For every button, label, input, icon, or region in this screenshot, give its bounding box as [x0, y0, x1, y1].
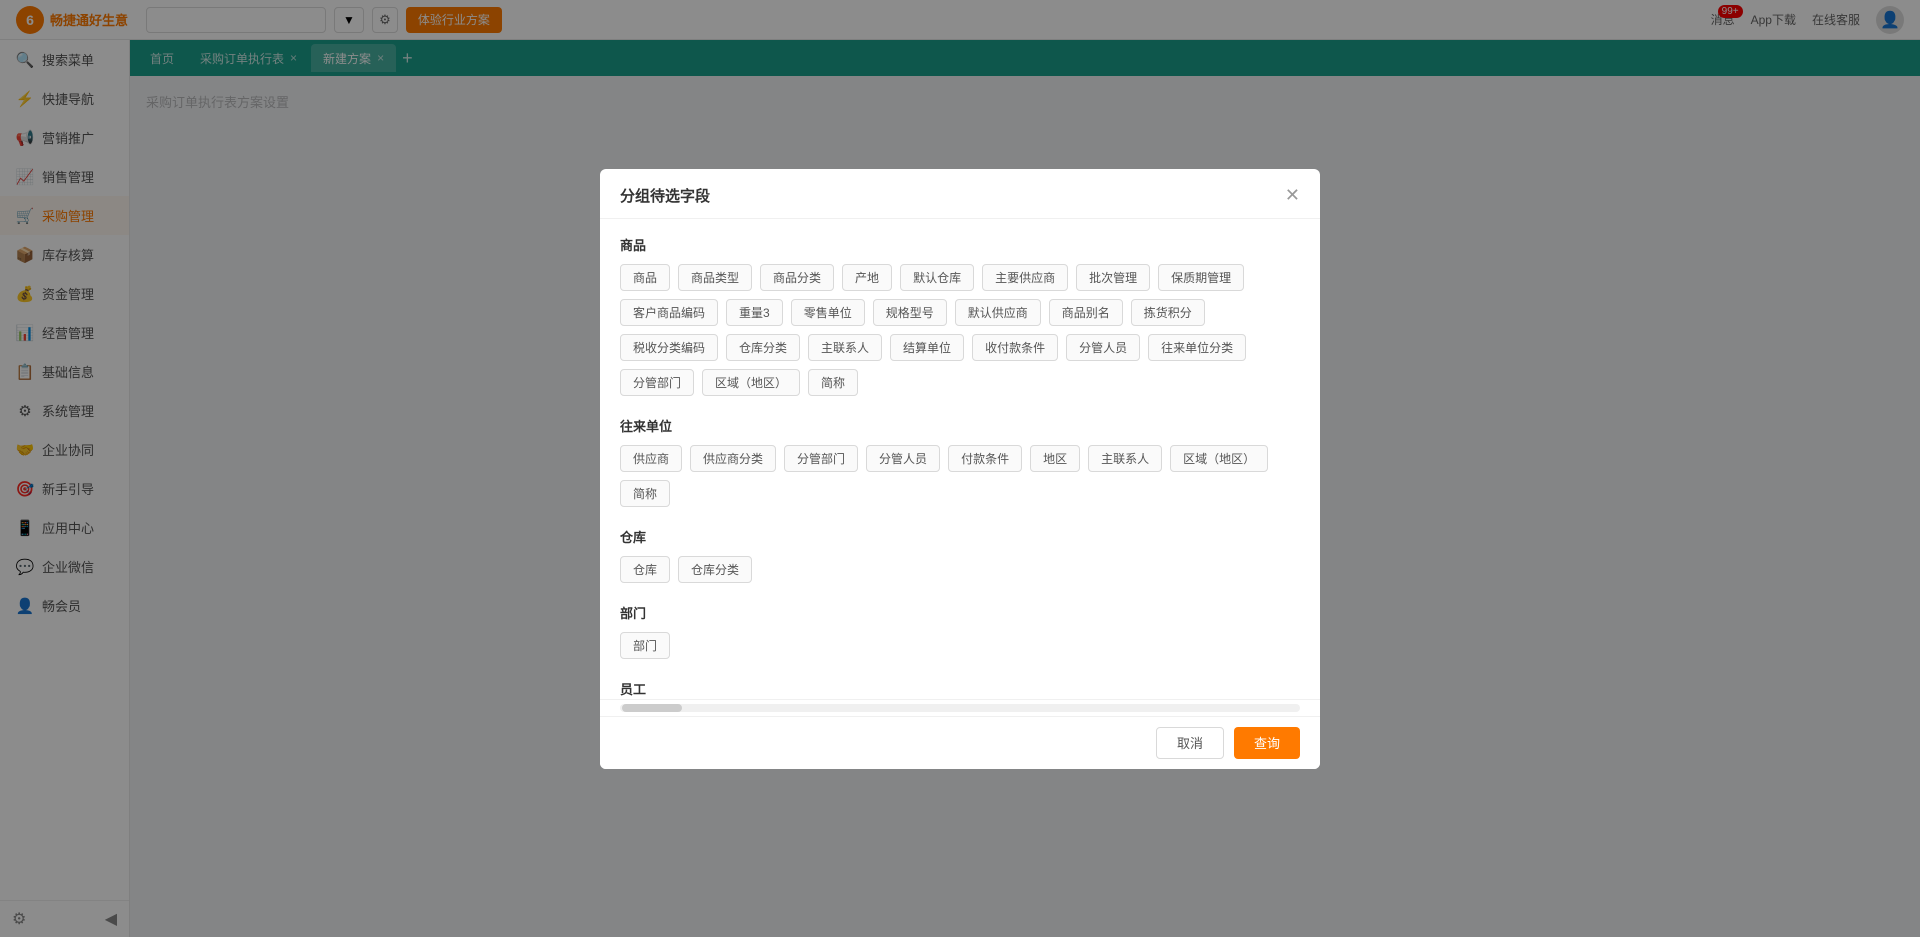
field-tag-partner-7[interactable]: 区域（地区） [1170, 445, 1268, 472]
field-tag-product-9[interactable]: 重量3 [726, 299, 783, 326]
field-tag-product-10[interactable]: 零售单位 [791, 299, 865, 326]
field-section-title-partner: 往来单位 [620, 416, 1300, 435]
field-tag-product-22[interactable]: 分管部门 [620, 369, 694, 396]
modal-close-button[interactable]: ✕ [1285, 186, 1300, 204]
field-tag-product-13[interactable]: 商品别名 [1049, 299, 1123, 326]
field-tag-partner-2[interactable]: 分管部门 [784, 445, 858, 472]
modal-footer: 取消 查询 [600, 716, 1320, 769]
field-tag-product-8[interactable]: 客户商品编码 [620, 299, 718, 326]
field-tag-product-21[interactable]: 往来单位分类 [1148, 334, 1246, 361]
field-tag-product-0[interactable]: 商品 [620, 264, 670, 291]
field-tag-product-19[interactable]: 收付款条件 [972, 334, 1058, 361]
field-tag-partner-8[interactable]: 简称 [620, 480, 670, 507]
field-tags-warehouse: 仓库仓库分类 [620, 556, 1300, 583]
field-tag-product-11[interactable]: 规格型号 [873, 299, 947, 326]
field-section-partner: 往来单位供应商供应商分类分管部门分管人员付款条件地区主联系人区域（地区） 简称 [620, 416, 1300, 507]
field-tag-department-0[interactable]: 部门 [620, 632, 670, 659]
field-tag-partner-5[interactable]: 地区 [1030, 445, 1080, 472]
field-tag-product-4[interactable]: 默认仓库 [900, 264, 974, 291]
field-tag-product-2[interactable]: 商品分类 [760, 264, 834, 291]
field-tag-product-5[interactable]: 主要供应商 [982, 264, 1068, 291]
field-tag-product-20[interactable]: 分管人员 [1066, 334, 1140, 361]
field-tag-partner-0[interactable]: 供应商 [620, 445, 682, 472]
field-section-title-warehouse: 仓库 [620, 527, 1300, 546]
field-tag-product-14[interactable]: 拣货积分 [1131, 299, 1205, 326]
field-tag-product-18[interactable]: 结算单位 [890, 334, 964, 361]
modal-overlay: 分组待选字段 ✕ 商品商品商品类型商品分类产地默认仓库主要供应商批次管理保质期管… [0, 0, 1920, 937]
field-tag-product-23[interactable]: 区域（地区） [702, 369, 800, 396]
field-tags-department: 部门 [620, 632, 1300, 659]
field-tag-product-7[interactable]: 保质期管理 [1158, 264, 1244, 291]
modal-header: 分组待选字段 ✕ [600, 169, 1320, 219]
hscroll-track [620, 704, 1300, 712]
field-section-title-department: 部门 [620, 603, 1300, 622]
field-tag-product-12[interactable]: 默认供应商 [955, 299, 1041, 326]
field-tags-product: 商品商品类型商品分类产地默认仓库主要供应商批次管理保质期管理客户商品编码重量3 零… [620, 264, 1300, 396]
field-tag-partner-1[interactable]: 供应商分类 [690, 445, 776, 472]
field-section-warehouse: 仓库仓库仓库分类 [620, 527, 1300, 583]
field-section-employee: 员工业务员 [620, 679, 1300, 699]
modal: 分组待选字段 ✕ 商品商品商品类型商品分类产地默认仓库主要供应商批次管理保质期管… [600, 169, 1320, 769]
field-section-title-employee: 员工 [620, 679, 1300, 698]
hscroll-thumb [622, 704, 682, 712]
confirm-button[interactable]: 查询 [1234, 727, 1300, 759]
field-section-title-product: 商品 [620, 235, 1300, 254]
field-tag-product-16[interactable]: 仓库分类 [726, 334, 800, 361]
field-tag-partner-3[interactable]: 分管人员 [866, 445, 940, 472]
field-tags-partner: 供应商供应商分类分管部门分管人员付款条件地区主联系人区域（地区） 简称 [620, 445, 1300, 507]
field-tag-product-17[interactable]: 主联系人 [808, 334, 882, 361]
field-tag-warehouse-0[interactable]: 仓库 [620, 556, 670, 583]
field-tag-warehouse-1[interactable]: 仓库分类 [678, 556, 752, 583]
field-tag-product-3[interactable]: 产地 [842, 264, 892, 291]
field-section-product: 商品商品商品类型商品分类产地默认仓库主要供应商批次管理保质期管理客户商品编码重量… [620, 235, 1300, 396]
modal-title: 分组待选字段 [620, 185, 710, 206]
field-tag-product-24[interactable]: 简称 [808, 369, 858, 396]
cancel-button[interactable]: 取消 [1156, 727, 1224, 759]
modal-hscrollbar[interactable] [600, 699, 1320, 716]
field-tag-product-6[interactable]: 批次管理 [1076, 264, 1150, 291]
field-tag-partner-4[interactable]: 付款条件 [948, 445, 1022, 472]
field-tag-product-15[interactable]: 税收分类编码 [620, 334, 718, 361]
modal-body[interactable]: 商品商品商品类型商品分类产地默认仓库主要供应商批次管理保质期管理客户商品编码重量… [600, 219, 1320, 699]
field-tag-partner-6[interactable]: 主联系人 [1088, 445, 1162, 472]
field-section-department: 部门部门 [620, 603, 1300, 659]
field-tag-product-1[interactable]: 商品类型 [678, 264, 752, 291]
